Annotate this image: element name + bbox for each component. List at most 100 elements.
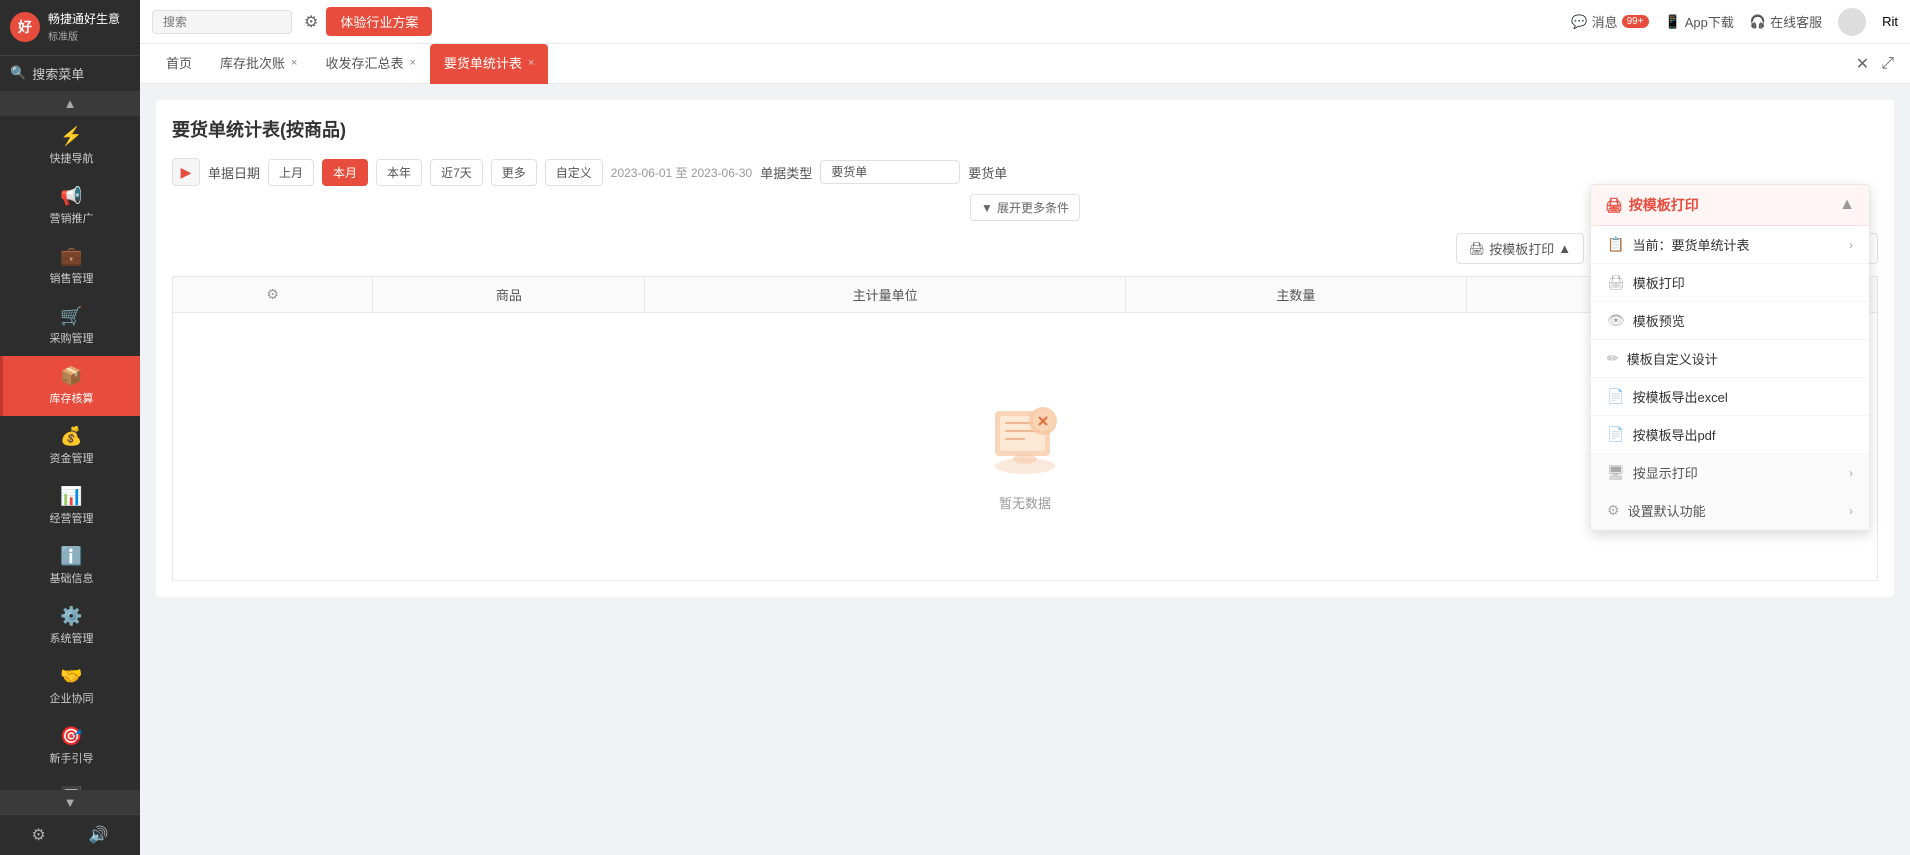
empty-illustration xyxy=(975,381,1075,481)
template-print-icon: 🖨 xyxy=(1607,274,1625,291)
logo-icon: 好 xyxy=(10,12,40,42)
tabbar-right: ✕ ⤢ xyxy=(1852,52,1898,76)
print-dropdown: 🖨 按模板打印 ▲ 📋 当前：要货单统计表 › 🖨 模板打印 xyxy=(1590,184,1870,531)
online-service-item[interactable]: 🎧 在线客服 xyxy=(1750,12,1822,31)
sidebar-item-finance[interactable]: 💰 资金管理 xyxy=(0,416,140,476)
messages-item[interactable]: 💬 消息 99+ xyxy=(1571,12,1648,31)
tab-receivables-label: 收发存汇总表 xyxy=(325,53,403,72)
sidebar-scroll-down[interactable]: ▼ xyxy=(0,790,140,814)
filter-expand-icon[interactable]: ▶ xyxy=(172,158,200,186)
main-content: ⚙ 体验行业方案 💬 消息 99+ 📱 App下载 🎧 在线客服 Rit 首页 xyxy=(140,0,1910,855)
sidebar-item-appstore[interactable]: 🔲 应用中心 xyxy=(0,776,140,790)
tab-receivables[interactable]: 收发存汇总表 × xyxy=(311,44,429,84)
app-download-icon: 📱 xyxy=(1665,14,1681,30)
col-settings[interactable]: ⚙ xyxy=(173,277,373,313)
expand-more-label: 展开更多条件 xyxy=(997,199,1069,216)
app-logo: 好 畅捷通好生意 标准版 xyxy=(0,0,140,56)
dropdown-item-1-label: 模板预览 xyxy=(1633,311,1685,330)
expand-more-button[interactable]: ▼ 展开更多条件 xyxy=(970,194,1080,221)
tab-expand-button[interactable]: ⤢ xyxy=(1877,53,1898,75)
sidebar-item-system[interactable]: ⚙️ 系统管理 xyxy=(0,596,140,656)
dropdown-sub-1-left: ⚙ 设置默认功能 xyxy=(1607,501,1706,520)
sidebar-item-operations[interactable]: 📊 经营管理 xyxy=(0,476,140,536)
page-title: 要货单统计表(按商品) xyxy=(172,116,1878,142)
dropdown-item-3-label: 按模板导出excel xyxy=(1632,387,1727,406)
tab-receivables-close[interactable]: × xyxy=(409,57,415,69)
sidebar-label-sales: 销售管理 xyxy=(50,270,94,286)
sidebar-item-quick-nav[interactable]: ⚡ 快捷导航 xyxy=(0,116,140,176)
topbar: ⚙ 体验行业方案 💬 消息 99+ 📱 App下载 🎧 在线客服 Rit xyxy=(140,0,1910,44)
dropdown-item-template-preview[interactable]: 👁 模板预览 xyxy=(1591,302,1869,340)
settings-icon[interactable]: ⚙ xyxy=(31,825,45,845)
sidebar-search[interactable]: 🔍 搜索菜单 xyxy=(0,56,140,92)
topbar-settings-icon[interactable]: ⚙ xyxy=(304,12,318,32)
expand-icon: ▼ xyxy=(981,201,993,215)
dropdown-display-print[interactable]: 🖥 按显示打印 › xyxy=(1591,454,1869,492)
sidebar-scroll-up[interactable]: ▲ xyxy=(0,92,140,116)
tab-order-stats[interactable]: 要货单统计表 × xyxy=(430,44,548,84)
type-filter-label: 单据类型 xyxy=(760,163,812,182)
dropdown-sub-1-label: 设置默认功能 xyxy=(1628,501,1706,520)
export-pdf-icon: 📄 xyxy=(1607,426,1624,443)
print-dropdown-chevron: ▲ xyxy=(1558,241,1571,256)
tab-inventory-batch[interactable]: 库存批次账 × xyxy=(206,44,311,84)
sidebar-icon-marketing: 📢 xyxy=(60,186,82,207)
dropdown-item-2-left: ✏ 模板自定义设计 xyxy=(1607,349,1718,368)
sidebar-item-inventory[interactable]: 📦 库存核算 xyxy=(0,356,140,416)
dropdown-item-template-custom[interactable]: ✏ 模板自定义设计 xyxy=(1591,340,1869,378)
user-name: Rit xyxy=(1882,14,1898,29)
dropdown-item-template-print[interactable]: 🖨 模板打印 xyxy=(1591,264,1869,302)
dropdown-default-fn[interactable]: ⚙ 设置默认功能 › xyxy=(1591,492,1869,530)
sidebar-icon-basic: ℹ️ xyxy=(60,546,82,567)
tab-order-stats-label: 要货单统计表 xyxy=(444,53,522,72)
date-filter-label: 单据日期 xyxy=(208,163,260,182)
dropdown-close-icon[interactable]: ▲ xyxy=(1839,196,1855,214)
date-btn-last-month[interactable]: 上月 xyxy=(268,159,314,186)
dropdown-current-template[interactable]: 📋 当前：要货单统计表 › xyxy=(1591,226,1869,264)
topbar-right: 💬 消息 99+ 📱 App下载 🎧 在线客服 Rit xyxy=(1571,8,1898,36)
app-name-block: 畅捷通好生意 标准版 xyxy=(48,12,120,43)
topbar-search-input[interactable] xyxy=(152,10,292,34)
trial-button[interactable]: 体验行业方案 xyxy=(326,7,432,36)
date-btn-7days[interactable]: 近7天 xyxy=(430,159,483,186)
tab-order-stats-close[interactable]: × xyxy=(528,57,534,69)
template-preview-icon: 👁 xyxy=(1607,312,1625,329)
sidebar-icon-sales: 💼 xyxy=(60,246,82,267)
print-button[interactable]: 🖨 按模板打印 ▲ xyxy=(1456,233,1584,264)
tab-home-label: 首页 xyxy=(166,53,192,72)
sidebar-label-collab: 企业协同 xyxy=(50,690,94,706)
tab-home[interactable]: 首页 xyxy=(152,44,206,84)
user-avatar[interactable] xyxy=(1838,8,1866,36)
dropdown-header-left: 🖨 按模板打印 xyxy=(1605,195,1699,215)
sidebar-label-guide: 新手引导 xyxy=(50,750,94,766)
page-area: 要货单统计表(按商品) ▶ 单据日期 上月 本月 本年 近7天 更多 自定义 2… xyxy=(140,84,1910,855)
dropdown-item-export-excel[interactable]: 📄 按模板导出excel xyxy=(1591,378,1869,416)
sidebar-icon-guide: 🎯 xyxy=(60,726,82,747)
app-download-item[interactable]: 📱 App下载 xyxy=(1665,12,1734,31)
sidebar-label-purchase: 采购管理 xyxy=(50,330,94,346)
sidebar-icon-inventory: 📦 xyxy=(60,366,82,387)
date-btn-this-month[interactable]: 本月 xyxy=(322,159,368,186)
type-filter-select[interactable]: 要货单 xyxy=(820,160,960,184)
tab-inventory-batch-close[interactable]: × xyxy=(291,57,297,69)
sidebar-item-guide[interactable]: 🎯 新手引导 xyxy=(0,716,140,776)
date-btn-more[interactable]: 更多 xyxy=(491,159,537,186)
messages-badge: 99+ xyxy=(1622,15,1649,28)
sidebar-item-collab[interactable]: 🤝 企业协同 xyxy=(0,656,140,716)
sidebar-item-sales[interactable]: 💼 销售管理 xyxy=(0,236,140,296)
tab-close-all-button[interactable]: ✕ xyxy=(1852,52,1873,76)
sidebar-item-purchase[interactable]: 🛒 采购管理 xyxy=(0,296,140,356)
tab-inventory-batch-label: 库存批次账 xyxy=(220,53,285,72)
current-template-icon: 📋 xyxy=(1607,236,1624,253)
dropdown-item-export-pdf[interactable]: 📄 按模板导出pdf xyxy=(1591,416,1869,454)
search-icon: 🔍 xyxy=(10,65,26,81)
speaker-icon[interactable]: 🔊 xyxy=(89,825,109,845)
date-btn-this-year[interactable]: 本年 xyxy=(376,159,422,186)
dropdown-item-1-left: 👁 模板预览 xyxy=(1607,311,1685,330)
date-btn-custom[interactable]: 自定义 xyxy=(545,159,603,186)
sidebar-item-marketing[interactable]: 📢 营销推广 xyxy=(0,176,140,236)
dropdown-title: 按模板打印 xyxy=(1629,195,1699,215)
default-fn-icon: ⚙ xyxy=(1607,502,1620,519)
messages-label: 消息 xyxy=(1592,12,1618,31)
sidebar-item-basic[interactable]: ℹ️ 基础信息 xyxy=(0,536,140,596)
